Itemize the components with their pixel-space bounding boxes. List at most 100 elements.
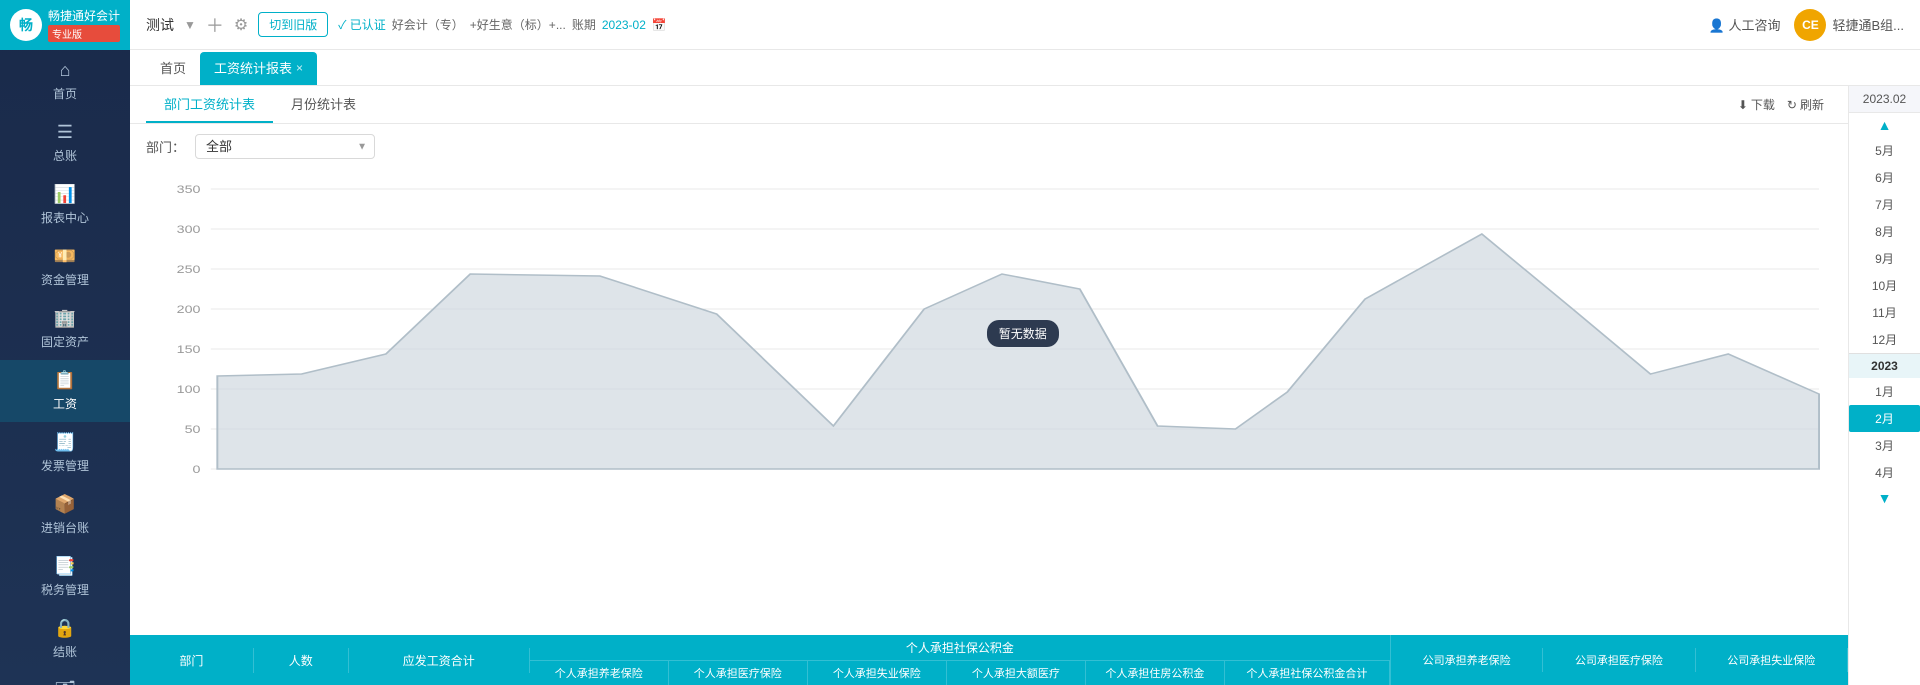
date-panel-up-btn[interactable]: ▲ xyxy=(1849,113,1920,137)
date-month-6[interactable]: 6月 xyxy=(1849,164,1920,191)
topbar-right: 👤 人工咨询 CE 轻捷通B组... xyxy=(1709,9,1904,41)
user-name: 轻捷通B组... xyxy=(1832,15,1904,34)
topbar-add-button[interactable]: ＋ xyxy=(206,12,224,38)
dept-filter-select[interactable]: 全部 销售部 财务部 技术部 人事部 xyxy=(195,134,375,159)
sidebar-label-ledger: 总账 xyxy=(53,147,77,164)
sidebar-item-invoice[interactable]: 🧾 发票管理 xyxy=(0,422,130,484)
svg-text:350: 350 xyxy=(177,183,201,196)
date-month-2-2023[interactable]: 2月 xyxy=(1849,405,1920,432)
date-month-3-2023[interactable]: 3月 xyxy=(1849,432,1920,459)
download-btn[interactable]: ⬇ 下载 xyxy=(1738,96,1775,113)
tabs-row: 首页 工资统计报表 × xyxy=(130,50,1920,86)
sub-tab-actions: ⬇ 下载 ↻ 刷新 xyxy=(1738,96,1832,113)
user-avatar: CE xyxy=(1794,9,1826,41)
main-area: 测试 ▼ ＋ ⚙ 切到旧版 ✓ 已认证 好会计（专） +好生意（标）+... 账… xyxy=(130,0,1920,685)
dept-filter-wrap: 全部 销售部 财务部 技术部 人事部 xyxy=(195,134,375,159)
certified-badge: ✓ 已认证 xyxy=(338,16,386,33)
sidebar-item-assets[interactable]: 🏢 固定资产 xyxy=(0,298,130,360)
svg-text:0: 0 xyxy=(193,463,201,476)
closing-icon: 🔒 xyxy=(54,618,76,639)
date-panel: 2023.02 ▲ 5月 6月 7月 8月 9月 10月 11月 12月 202… xyxy=(1848,86,1920,685)
switch-to-old-btn[interactable]: 切到旧版 xyxy=(258,12,328,37)
logo-name: 畅捷通好会计 xyxy=(48,8,120,25)
tab-payroll-report[interactable]: 工资统计报表 × xyxy=(200,52,317,85)
date-month-7[interactable]: 7月 xyxy=(1849,191,1920,218)
assistant-link[interactable]: 👤 人工咨询 xyxy=(1709,15,1781,34)
sidebar-label-assets: 固定资产 xyxy=(41,333,89,350)
date-month-8[interactable]: 8月 xyxy=(1849,218,1920,245)
th-personal-pension: 个人承担养老保险 xyxy=(530,661,669,685)
table-header: 部门 人数 应发工资合计 个人承担社保公积金 个人承担养老保险 个人承担医疗 xyxy=(130,635,1848,685)
svg-text:300: 300 xyxy=(177,223,201,236)
download-icon: ⬇ xyxy=(1738,98,1748,112)
filter-row: 部门： 全部 销售部 财务部 技术部 人事部 xyxy=(130,124,1848,169)
filter-label: 部门： xyxy=(146,137,185,156)
svg-text:250: 250 xyxy=(177,263,201,276)
content-area: 部门工资统计表 月份统计表 ⬇ 下载 ↻ 刷新 xyxy=(130,86,1920,685)
th-group-cols: 个人承担养老保险 个人承担医疗保险 个人承担失业保险 个人承担大额医疗 个人承担 xyxy=(530,661,1390,685)
sub-tab-monthly-label: 月份统计表 xyxy=(291,97,356,112)
sidebar-label-payroll: 工资 xyxy=(53,395,77,412)
date-month-5[interactable]: 5月 xyxy=(1849,137,1920,164)
sidebar-item-closing[interactable]: 🔒 结账 xyxy=(0,608,130,670)
date-month-4-2023[interactable]: 4月 xyxy=(1849,459,1920,486)
sidebar-item-home[interactable]: ⌂ 首页 xyxy=(0,50,130,112)
invoice-icon: 🧾 xyxy=(54,432,76,453)
th-company-medical: 公司承担医疗保险 xyxy=(1543,648,1695,672)
chart-svg-wrap: 350 300 250 200 150 100 50 0 暂无 xyxy=(146,179,1832,499)
sidebar-item-archive[interactable]: 🗂 归档管理 xyxy=(0,670,130,685)
topbar-gear-button[interactable]: ⚙ xyxy=(234,15,248,35)
topbar-status: ✓ 已认证 好会计（专） +好生意（标）+... 账期 2023-02 📅 xyxy=(338,16,667,33)
sidebar-label-funds: 资金管理 xyxy=(41,271,89,288)
sidebar-label-sales: 进销台账 xyxy=(41,519,89,536)
topbar-dropdown-arrow[interactable]: ▼ xyxy=(184,18,196,32)
account-extra: +好生意（标）+... xyxy=(470,16,566,33)
assets-icon: 🏢 xyxy=(54,308,76,329)
archive-icon: 🗂 xyxy=(54,680,77,685)
date-month-11[interactable]: 11月 xyxy=(1849,299,1920,326)
logo-badge: 专业版 xyxy=(48,25,120,42)
tab-home-label: 首页 xyxy=(160,58,186,77)
sidebar-logo: 畅 畅捷通好会计 专业版 xyxy=(0,0,130,50)
funds-icon: 💴 xyxy=(54,246,76,267)
chart-area: 350 300 250 200 150 100 50 0 暂无 xyxy=(130,169,1848,635)
th-personal-major-medical: 个人承担大额医疗 xyxy=(947,661,1086,685)
th-personal-medical: 个人承担医疗保险 xyxy=(669,661,808,685)
sidebar-label-closing: 结账 xyxy=(53,643,77,660)
payroll-icon: 📋 xyxy=(54,370,76,391)
th-company-pension: 公司承担养老保险 xyxy=(1391,648,1543,672)
tab-payroll-label: 工资统计报表 xyxy=(214,58,292,77)
refresh-btn[interactable]: ↻ 刷新 xyxy=(1787,96,1824,113)
date-month-1-2023[interactable]: 1月 xyxy=(1849,378,1920,405)
th-group-title: 个人承担社保公积金 xyxy=(530,635,1390,661)
sidebar-item-sales[interactable]: 📦 进销台账 xyxy=(0,484,130,546)
th-total-salary: 应发工资合计 xyxy=(349,648,530,673)
tab-home[interactable]: 首页 xyxy=(146,52,200,85)
th-headcount: 人数 xyxy=(254,648,349,673)
home-icon: ⌂ xyxy=(60,60,71,81)
th-dept: 部门 xyxy=(130,648,254,673)
th-personal-unemployment: 个人承担失业保险 xyxy=(808,661,947,685)
calendar-icon[interactable]: 📅 xyxy=(652,18,667,32)
date-month-9[interactable]: 9月 xyxy=(1849,245,1920,272)
sidebar-item-tax[interactable]: 📑 税务管理 xyxy=(0,546,130,608)
reports-icon: 📊 xyxy=(54,184,76,205)
sidebar-item-reports[interactable]: 📊 报表中心 xyxy=(0,174,130,236)
date-month-10[interactable]: 10月 xyxy=(1849,272,1920,299)
sub-tab-dept[interactable]: 部门工资统计表 xyxy=(146,86,273,123)
sidebar-item-ledger[interactable]: ☰ 总账 xyxy=(0,112,130,174)
sidebar-label-tax: 税务管理 xyxy=(41,581,89,598)
th-personal-total: 个人承担社保公积金合计 xyxy=(1225,661,1390,685)
svg-text:200: 200 xyxy=(177,303,201,316)
tab-close-icon[interactable]: × xyxy=(296,61,303,75)
sales-icon: 📦 xyxy=(54,494,76,515)
sidebar-label-reports: 报表中心 xyxy=(41,209,89,226)
date-month-12[interactable]: 12月 xyxy=(1849,326,1920,353)
sidebar-item-funds[interactable]: 💴 资金管理 xyxy=(0,236,130,298)
sidebar-item-payroll[interactable]: 📋 工资 xyxy=(0,360,130,422)
date-panel-down-btn[interactable]: ▼ xyxy=(1849,486,1920,510)
th-personal-housing: 个人承担住房公积金 xyxy=(1086,661,1225,685)
sub-tab-monthly[interactable]: 月份统计表 xyxy=(273,86,374,123)
period-label: 账期 xyxy=(572,16,596,33)
account-type: 好会计（专） xyxy=(392,16,464,33)
